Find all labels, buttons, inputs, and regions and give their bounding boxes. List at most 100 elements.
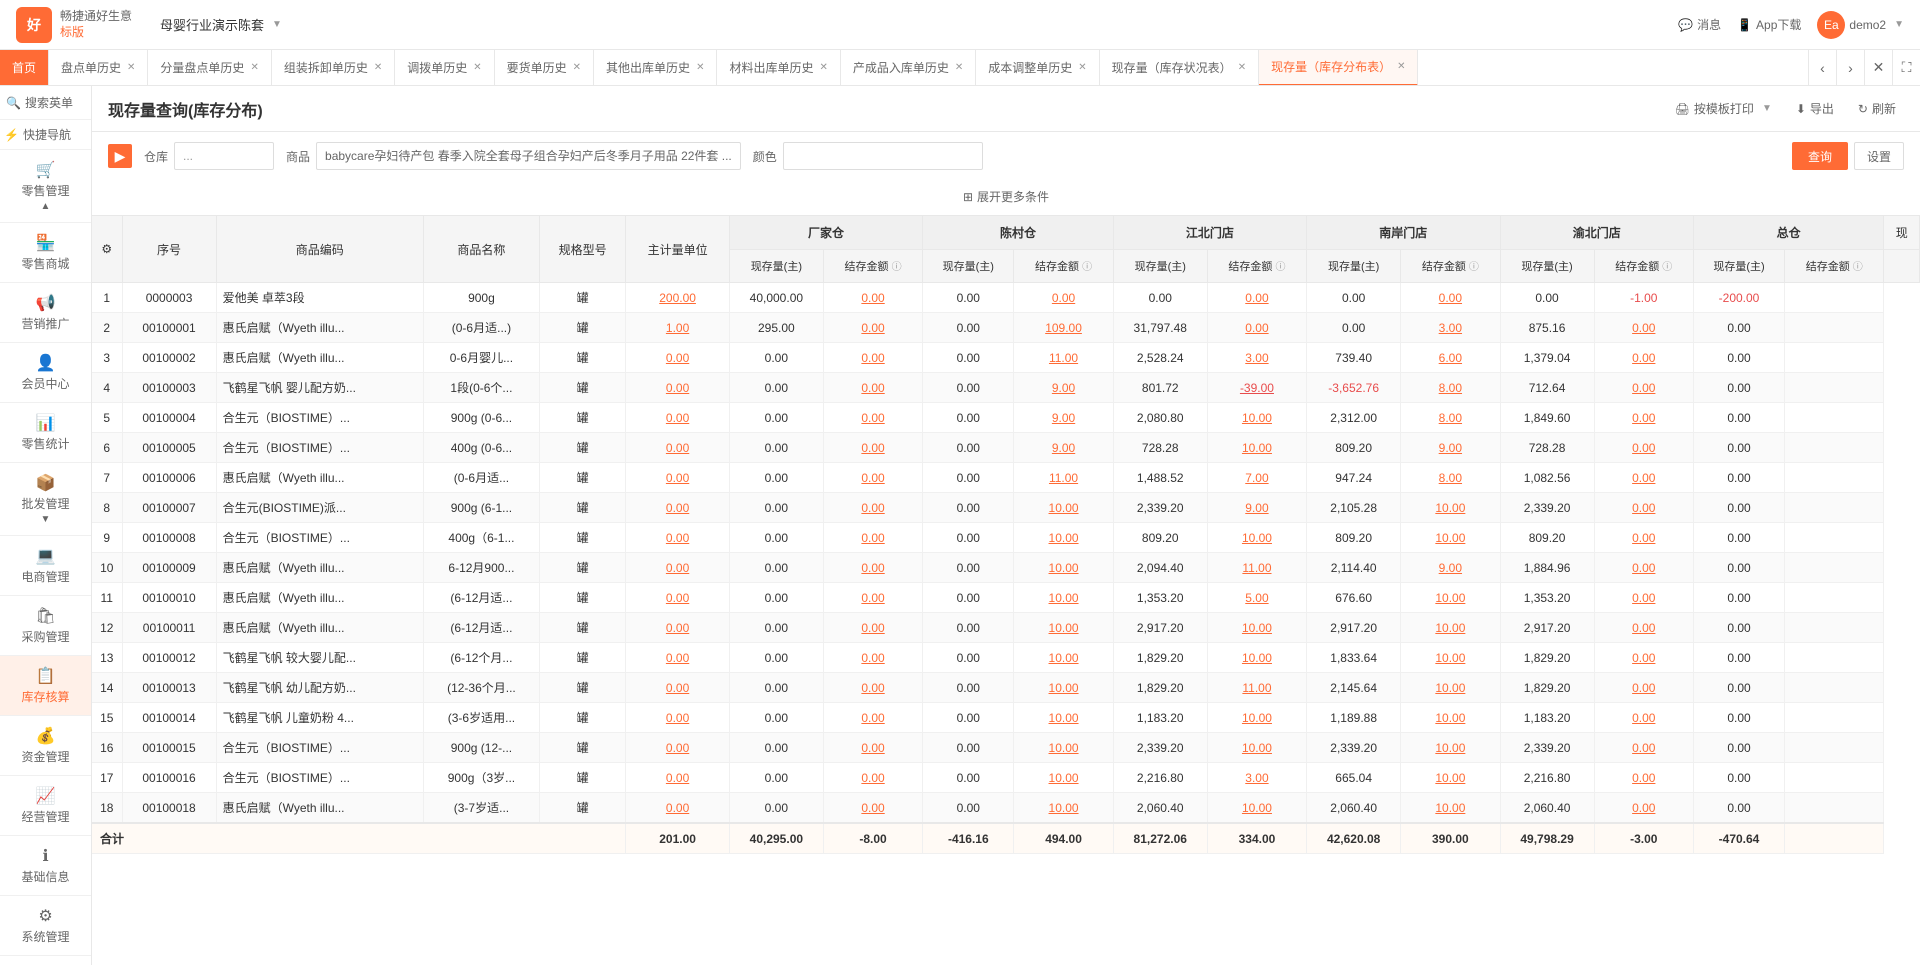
cell-yb-stock[interactable]: 10.00 [1401,583,1500,613]
cell-total-stock[interactable]: 0.00 [1594,433,1693,463]
sidebar-item-system-mgmt[interactable]: ⚙ 系统管理 [0,896,91,956]
tab-requisition-history[interactable]: 要货单历史 ✕ [495,50,594,86]
cell-jb-stock[interactable]: 10.00 [1014,643,1113,673]
cell-total-stock[interactable]: 0.00 [1594,763,1693,793]
cell-fac-stock[interactable]: 0.00 [626,493,729,523]
refresh-btn[interactable]: ↻ 刷新 [1850,96,1904,121]
sidebar-item-retail-mall[interactable]: 🏪 零售商城 [0,223,91,283]
cell-yb-stock[interactable]: 0.00 [1401,283,1500,313]
cell-total-stock[interactable]: 0.00 [1594,703,1693,733]
sidebar-item-purchase[interactable]: 🛍 采购管理 [0,596,91,656]
cell-jb-stock[interactable]: 11.00 [1014,463,1113,493]
cell-yb-stock[interactable]: 10.00 [1401,733,1500,763]
tab-finished-goods-history[interactable]: 产成品入库单历史 ✕ [841,50,976,86]
cell-chen-stock[interactable]: 0.00 [823,583,922,613]
cell-nb-stock[interactable]: 11.00 [1207,553,1306,583]
cell-fac-stock[interactable]: 0.00 [626,703,729,733]
print-btn[interactable]: 🖨 按模板打印 ▼ [1667,96,1780,121]
cell-jb-stock[interactable]: 9.00 [1014,373,1113,403]
cell-total-stock[interactable]: 0.00 [1594,613,1693,643]
cell-yb-stock[interactable]: 10.00 [1401,703,1500,733]
tab-cost-adjust-history[interactable]: 成本调整单历史 ✕ [976,50,1099,86]
tab-close-icon[interactable]: ✕ [955,62,963,73]
cell-yb-stock[interactable]: 9.00 [1401,433,1500,463]
tab-close-icon[interactable]: ✕ [127,62,135,73]
nav-close-current-btn[interactable]: ✕ [1864,50,1892,86]
yb-balance-info-icon[interactable]: ⓘ [1662,262,1672,273]
cell-chen-stock[interactable]: 0.00 [823,553,922,583]
cell-nb-stock[interactable]: 10.00 [1207,613,1306,643]
cell-fac-stock[interactable]: 1.00 [626,313,729,343]
cell-chen-stock[interactable]: 0.00 [823,523,922,553]
cell-total-stock[interactable]: 0.00 [1594,553,1693,583]
cell-nb-stock[interactable]: 3.00 [1207,763,1306,793]
cell-fac-stock[interactable]: 0.00 [626,403,729,433]
cell-total-stock[interactable]: 0.00 [1594,733,1693,763]
cell-fac-stock[interactable]: 0.00 [626,433,729,463]
cell-jb-stock[interactable]: 10.00 [1014,793,1113,824]
sidebar-search-item[interactable]: 🔍 搜索英单 [0,86,91,120]
user-avatar-area[interactable]: Ea demo2 ▼ [1817,11,1904,39]
cell-nb-stock[interactable]: 5.00 [1207,583,1306,613]
cell-total-stock[interactable]: 0.00 [1594,493,1693,523]
nav-fullscreen-btn[interactable]: ⛶ [1892,50,1920,86]
cell-jb-stock[interactable]: 10.00 [1014,613,1113,643]
settings-btn[interactable]: 设置 [1854,142,1904,170]
tab-close-icon[interactable]: ✕ [473,62,481,73]
tab-close-icon[interactable]: ✕ [696,62,704,73]
cell-chen-stock[interactable]: 0.00 [823,763,922,793]
cell-total-stock[interactable]: 0.00 [1594,643,1693,673]
tab-transfer-history[interactable]: 调拨单历史 ✕ [395,50,494,86]
tab-close-icon[interactable]: ✕ [250,62,258,73]
cell-yb-stock[interactable]: 8.00 [1401,373,1500,403]
sidebar-item-finance[interactable]: 💰 资金管理 [0,716,91,776]
cell-fac-stock[interactable]: 0.00 [626,793,729,824]
cell-chen-stock[interactable]: 0.00 [823,343,922,373]
cell-total-stock[interactable]: 0.00 [1594,343,1693,373]
cell-chen-stock[interactable]: 0.00 [823,493,922,523]
tab-close-icon[interactable]: ✕ [1078,62,1086,73]
export-btn[interactable]: ⬇ 导出 [1788,96,1842,121]
cell-fac-stock[interactable]: 0.00 [626,643,729,673]
cell-fac-stock[interactable]: 0.00 [626,763,729,793]
cell-fac-stock[interactable]: 0.00 [626,463,729,493]
sidebar-nav-item[interactable]: ⚡ 快捷导航 [0,120,91,150]
cell-jb-stock[interactable]: 10.00 [1014,673,1113,703]
cell-chen-stock[interactable]: 0.00 [823,673,922,703]
sidebar-item-retail-stats[interactable]: 📊 零售统计 [0,403,91,463]
cell-fac-stock[interactable]: 0.00 [626,733,729,763]
cell-yb-stock[interactable]: 10.00 [1401,613,1500,643]
product-input[interactable]: babycare孕妇待产包 春季入院全套母子组合孕妇产后冬季月子用品 22件套 … [316,142,741,170]
cell-jb-stock[interactable]: 10.00 [1014,583,1113,613]
cell-yb-stock[interactable]: 3.00 [1401,313,1500,343]
tab-close-icon[interactable]: ✕ [374,62,382,73]
color-input[interactable] [783,142,983,170]
cell-total-stock[interactable]: 0.00 [1594,523,1693,553]
tab-assemble-history[interactable]: 组装拆卸单历史 ✕ [272,50,395,86]
cell-total-stock[interactable]: 0.00 [1594,793,1693,824]
tab-close-icon[interactable]: ✕ [1397,61,1405,72]
cell-chen-stock[interactable]: 0.00 [823,643,922,673]
cell-nb-stock[interactable]: -39.00 [1207,373,1306,403]
sidebar-item-member-center[interactable]: 👤 会员中心 [0,343,91,403]
cell-jb-stock[interactable]: 109.00 [1014,313,1113,343]
cell-nb-stock[interactable]: 10.00 [1207,433,1306,463]
company-selector[interactable]: 母婴行业演示陈套 ▼ [160,15,282,34]
total-balance-info-icon[interactable]: ⓘ [1853,262,1863,273]
tab-sub-inventory-history[interactable]: 分量盘点单历史 ✕ [148,50,271,86]
sidebar-item-marketing[interactable]: 📢 营销推广 [0,283,91,343]
cell-jb-stock[interactable]: 10.00 [1014,733,1113,763]
chen-balance-info-icon[interactable]: ⓘ [1082,262,1092,273]
nav-prev-btn[interactable]: ‹ [1808,50,1836,86]
nb-balance-info-icon[interactable]: ⓘ [1469,262,1479,273]
cell-fac-stock[interactable]: 0.00 [626,523,729,553]
tab-home[interactable]: 首页 [0,50,49,86]
tab-stock-distribution[interactable]: 现存量（库存分布表）✕ [1259,50,1418,86]
cell-nb-stock[interactable]: 10.00 [1207,403,1306,433]
jb-balance-info-icon[interactable]: ⓘ [1275,262,1285,273]
tab-close-icon[interactable]: ✕ [573,62,581,73]
cell-total-stock[interactable]: 0.00 [1594,373,1693,403]
cell-chen-stock[interactable]: 0.00 [823,613,922,643]
query-btn[interactable]: 查询 [1792,142,1848,170]
cell-nb-stock[interactable]: 0.00 [1207,313,1306,343]
